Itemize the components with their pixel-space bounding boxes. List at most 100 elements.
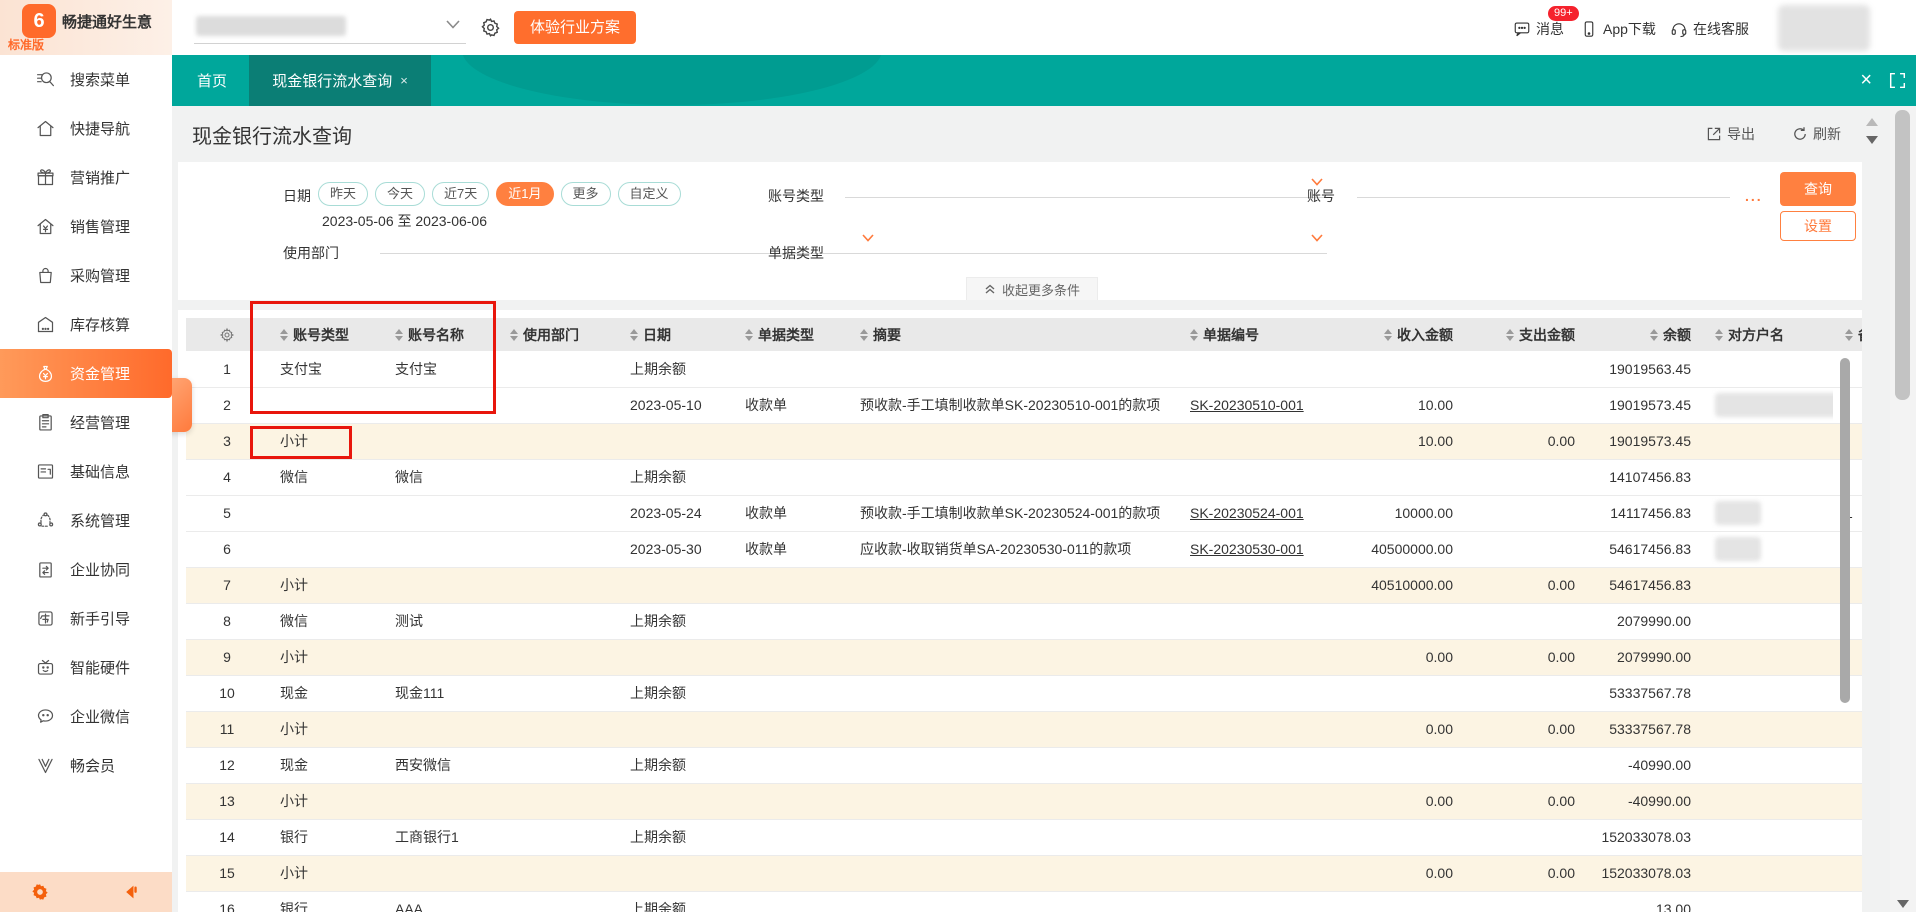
tab-home[interactable]: 首页 bbox=[176, 55, 248, 106]
col-header-account_name[interactable]: 账号名称 bbox=[383, 318, 498, 351]
sidebar-item-1[interactable]: 快捷导航 bbox=[0, 104, 172, 153]
col-header-date[interactable]: 日期 bbox=[618, 318, 733, 351]
collapse-sidebar-icon[interactable] bbox=[118, 883, 138, 901]
sidebar-item-4[interactable]: 采购管理 bbox=[0, 251, 172, 300]
sidebar-item-8[interactable]: 基础信息 bbox=[0, 447, 172, 496]
col-header-summary[interactable]: 摘要 bbox=[848, 318, 1178, 351]
sidebar-item-7[interactable]: 经营管理 bbox=[0, 398, 172, 447]
account-input[interactable] bbox=[1357, 170, 1730, 198]
window-scrollbar[interactable] bbox=[1890, 106, 1916, 912]
sort-caret-icon[interactable] bbox=[280, 328, 288, 341]
sidebar-item-6[interactable]: 资金管理 bbox=[0, 349, 172, 398]
arrow-down-icon[interactable] bbox=[1866, 136, 1878, 144]
cell-income: 0.00 bbox=[1343, 639, 1465, 676]
sort-caret-icon[interactable] bbox=[1190, 328, 1198, 341]
tab-active-label: 现金银行流水查询 bbox=[272, 73, 393, 90]
doc-number-link[interactable]: SK-20230524-001 bbox=[1190, 505, 1304, 521]
column-settings-gear-icon[interactable] bbox=[219, 327, 235, 343]
col-header-account_type[interactable]: 账号类型 bbox=[268, 318, 383, 351]
messages-button[interactable]: 消息 bbox=[1513, 19, 1564, 39]
sort-caret-icon[interactable] bbox=[1650, 328, 1658, 341]
tab-home-label: 首页 bbox=[196, 73, 227, 90]
col-header-doc_no[interactable]: 单据编号 bbox=[1178, 318, 1343, 351]
cell-num: 4 bbox=[186, 459, 268, 496]
col-header-department[interactable]: 使用部门 bbox=[498, 318, 618, 351]
sidebar-item-0[interactable]: 搜索菜单 bbox=[0, 55, 172, 104]
chevron-down-icon[interactable] bbox=[446, 20, 460, 29]
sidebar-item-5[interactable]: 库存核算 bbox=[0, 300, 172, 349]
scrollbar-down-arrow[interactable] bbox=[1897, 900, 1909, 908]
chevron-down-icon bbox=[1311, 234, 1323, 242]
more-filters-dots[interactable]: ... bbox=[1745, 188, 1763, 204]
table-row: 2 2023-05-10 收款单 预收款-手工填制收款单SK-20230510-001… bbox=[186, 387, 1862, 424]
account-type-select[interactable] bbox=[845, 170, 1327, 198]
sort-caret-icon[interactable] bbox=[745, 328, 753, 341]
sort-caret-icon[interactable] bbox=[1506, 328, 1514, 341]
arrow-up-icon[interactable] bbox=[1866, 118, 1878, 126]
gear-icon[interactable] bbox=[480, 17, 501, 38]
col-header-counterpart[interactable]: 对方户名 bbox=[1703, 318, 1833, 351]
sort-caret-icon[interactable] bbox=[860, 328, 868, 341]
col-header-remark[interactable]: 备注 bbox=[1833, 318, 1862, 351]
moneybag-icon bbox=[34, 363, 56, 385]
sidebar-item-3[interactable]: 销售管理 bbox=[0, 202, 172, 251]
tab-close-icon[interactable]: × bbox=[400, 73, 408, 88]
sort-caret-icon[interactable] bbox=[395, 328, 403, 341]
sidebar-item-2[interactable]: 营销推广 bbox=[0, 153, 172, 202]
date-pill-4[interactable]: 更多 bbox=[560, 182, 611, 206]
fullscreen-icon[interactable] bbox=[1889, 72, 1906, 89]
cell-date bbox=[618, 783, 733, 820]
sort-caret-icon[interactable] bbox=[630, 328, 638, 341]
sort-caret-icon[interactable] bbox=[1384, 328, 1392, 341]
cell-balance: 54617456.83 bbox=[1587, 531, 1703, 568]
account-label: 账号 bbox=[1307, 188, 1335, 204]
warehouse-icon bbox=[34, 314, 56, 336]
search-button[interactable]: 查询 bbox=[1780, 172, 1856, 206]
sidebar-item-11[interactable]: 新手引导 bbox=[0, 594, 172, 643]
sidebar-item-9[interactable]: 系统管理 bbox=[0, 496, 172, 545]
date-pill-2[interactable]: 近7天 bbox=[432, 182, 490, 206]
cell-counterpart bbox=[1703, 675, 1833, 712]
collapse-more-conditions[interactable]: 收起更多条件 bbox=[966, 277, 1098, 300]
refresh-button[interactable]: 刷新 bbox=[1792, 124, 1841, 144]
close-icon[interactable]: × bbox=[1860, 70, 1872, 90]
cell-expense: 0.00 bbox=[1465, 639, 1587, 676]
col-header-doc_type[interactable]: 单据类型 bbox=[733, 318, 848, 351]
date-pill-0[interactable]: 昨天 bbox=[318, 182, 369, 206]
col-header-income[interactable]: 收入金额 bbox=[1343, 318, 1465, 351]
cell-doc_no bbox=[1178, 783, 1343, 820]
sidebar-item-10[interactable]: 企业协同 bbox=[0, 545, 172, 594]
date-pill-3[interactable]: 近1月 bbox=[496, 182, 554, 206]
cell-remark bbox=[1833, 783, 1862, 820]
doc-number-link[interactable]: SK-20230530-001 bbox=[1190, 541, 1304, 557]
window-scrollbar-thumb[interactable] bbox=[1895, 110, 1910, 400]
company-name-blurred[interactable] bbox=[196, 16, 346, 36]
tab-cash-bank-query[interactable]: 现金银行流水查询 × bbox=[249, 55, 431, 106]
sidebar-item-14[interactable]: 畅会员 bbox=[0, 741, 172, 790]
export-button[interactable]: 导出 bbox=[1706, 124, 1755, 144]
doc-type-select[interactable] bbox=[845, 226, 1327, 254]
col-header-balance[interactable]: 余额 bbox=[1587, 318, 1703, 351]
sort-caret-icon[interactable] bbox=[1845, 328, 1853, 341]
settings-gear-icon[interactable] bbox=[30, 882, 50, 902]
collapse-spinner[interactable] bbox=[1864, 118, 1880, 144]
cell-balance: 13.00 bbox=[1587, 891, 1703, 912]
sort-caret-icon[interactable] bbox=[510, 328, 518, 341]
hardware-icon bbox=[34, 657, 56, 679]
app-download-button[interactable]: App下载 bbox=[1580, 19, 1656, 39]
sidebar-item-12[interactable]: 智能硬件 bbox=[0, 643, 172, 692]
cell-account_type bbox=[268, 531, 383, 568]
experience-plan-button[interactable]: 体验行业方案 bbox=[514, 11, 637, 44]
avatar[interactable] bbox=[1778, 5, 1870, 51]
sidebar-item-13[interactable]: 企业微信 bbox=[0, 692, 172, 741]
date-pill-5[interactable]: 自定义 bbox=[617, 182, 681, 206]
filter-settings-button[interactable]: 设置 bbox=[1780, 211, 1856, 241]
date-pill-1[interactable]: 今天 bbox=[375, 182, 426, 206]
doc-number-link[interactable]: SK-20230510-001 bbox=[1190, 397, 1304, 413]
sort-caret-icon[interactable] bbox=[1715, 328, 1723, 341]
column-label: 使用部门 bbox=[523, 326, 579, 343]
table-scrollbar-thumb[interactable] bbox=[1840, 358, 1850, 703]
col-header-expense[interactable]: 支出金额 bbox=[1465, 318, 1587, 351]
online-service-button[interactable]: 在线客服 bbox=[1670, 19, 1749, 39]
cell-summary bbox=[848, 567, 1178, 604]
